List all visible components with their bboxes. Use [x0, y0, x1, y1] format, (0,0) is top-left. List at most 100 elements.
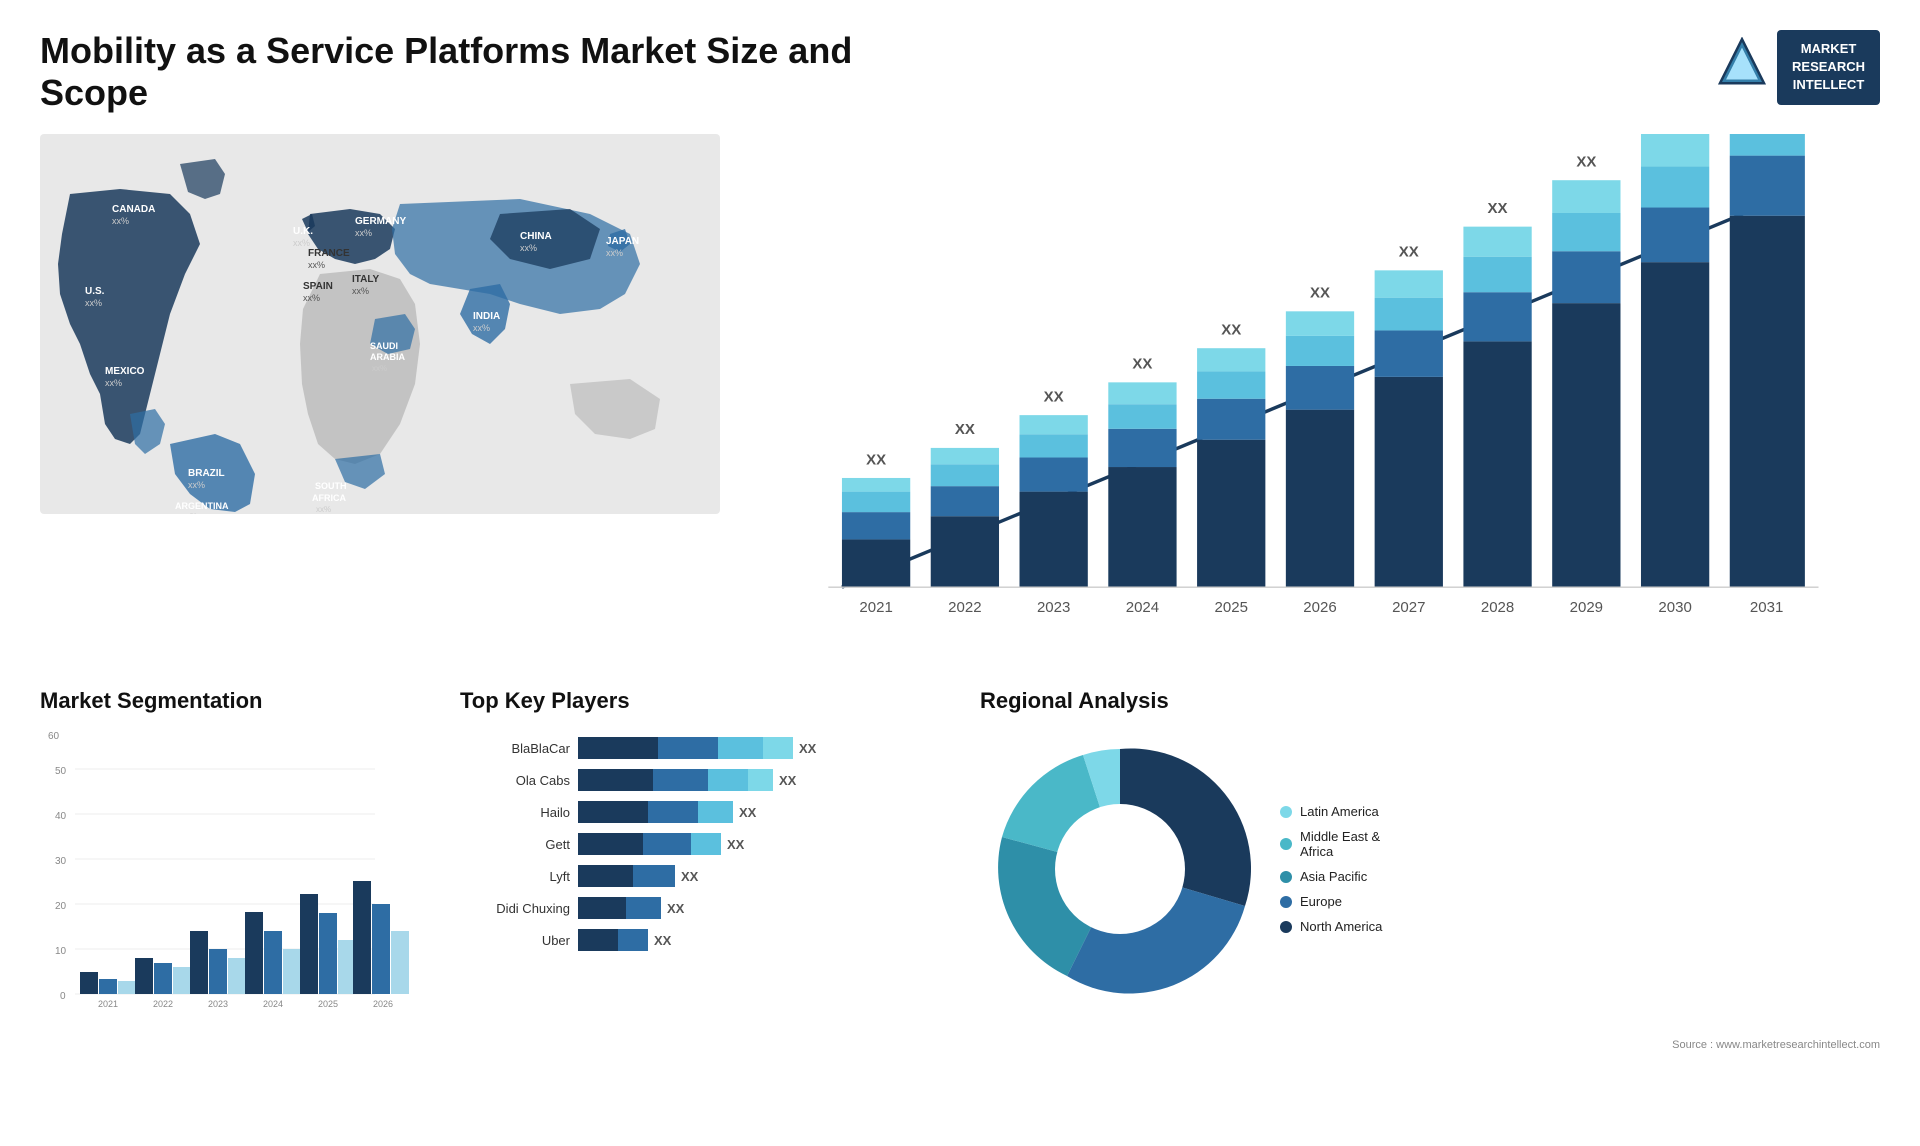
player-row: Gett XX	[460, 833, 960, 855]
top-section: CANADA xx% U.S. xx% MEXICO xx% BRAZIL xx…	[40, 134, 1880, 658]
player-val: XX	[654, 933, 671, 948]
player-val: XX	[739, 805, 756, 820]
player-bar-wrap: XX	[578, 833, 960, 855]
player-bar-wrap: XX	[578, 865, 960, 887]
player-name: Hailo	[460, 805, 570, 820]
svg-text:0: 0	[60, 991, 66, 1002]
svg-text:2025: 2025	[1215, 599, 1248, 616]
legend-north-america: North America	[1280, 919, 1382, 934]
svg-text:2026: 2026	[373, 999, 393, 1009]
legend-middle-east: Middle East &Africa	[1280, 829, 1382, 859]
svg-text:SOUTH: SOUTH	[315, 481, 347, 491]
segmentation-section: Market Segmentation 0 10 20 30 40 50 60 …	[40, 688, 440, 1051]
svg-text:XX: XX	[1044, 388, 1064, 405]
svg-text:XX: XX	[1399, 244, 1419, 261]
svg-text:xx%: xx%	[355, 228, 372, 238]
svg-text:xx%: xx%	[303, 293, 320, 303]
svg-text:xx%: xx%	[606, 248, 623, 258]
player-val: XX	[681, 869, 698, 884]
bar-seg2	[653, 769, 708, 791]
svg-text:20: 20	[55, 901, 67, 912]
svg-text:BRAZIL: BRAZIL	[188, 468, 225, 479]
svg-text:2022: 2022	[948, 599, 981, 616]
bar-seg4	[748, 769, 773, 791]
latin-america-label: Latin America	[1300, 804, 1379, 819]
logo-area: MARKET RESEARCH INTELLECT	[1717, 30, 1880, 105]
svg-text:ITALY: ITALY	[352, 274, 380, 285]
segmentation-chart: 0 10 20 30 40 50 60 2021 2022	[40, 729, 440, 1009]
middle-east-dot	[1280, 838, 1292, 850]
svg-text:xx%: xx%	[473, 323, 490, 333]
svg-text:40: 40	[55, 811, 67, 822]
svg-text:FRANCE: FRANCE	[308, 248, 350, 259]
svg-text:2031: 2031	[1750, 599, 1783, 616]
svg-text:2022: 2022	[153, 999, 173, 1009]
svg-text:CANADA: CANADA	[112, 204, 155, 215]
svg-text:xx%: xx%	[293, 238, 310, 248]
svg-text:2024: 2024	[1126, 599, 1159, 616]
player-val: XX	[727, 837, 744, 852]
svg-text:XX: XX	[955, 421, 975, 438]
player-row: Lyft XX	[460, 865, 960, 887]
bar-seg1	[578, 833, 643, 855]
bar-seg2	[618, 929, 648, 951]
svg-text:XX: XX	[866, 451, 886, 468]
player-val: XX	[799, 741, 816, 756]
segmentation-title: Market Segmentation	[40, 688, 440, 714]
svg-text:SAUDI: SAUDI	[370, 341, 398, 351]
svg-text:2024: 2024	[263, 999, 283, 1009]
svg-text:AFRICA: AFRICA	[312, 493, 346, 503]
svg-text:xx%: xx%	[112, 216, 129, 226]
bar-seg3	[698, 801, 733, 823]
svg-text:2021: 2021	[98, 999, 118, 1009]
world-map: CANADA xx% U.S. xx% MEXICO xx% BRAZIL xx…	[40, 134, 720, 514]
growth-chart-section: XX 2021 XX 2022 XX 2023 XX 2024	[740, 134, 1880, 658]
player-name: Lyft	[460, 869, 570, 884]
source-text: Source : www.marketresearchintellect.com	[980, 1039, 1880, 1051]
player-row: Uber XX	[460, 929, 960, 951]
bar-seg2	[643, 833, 691, 855]
north-america-dot	[1280, 921, 1292, 933]
asia-pacific-dot	[1280, 871, 1292, 883]
svg-text:2023: 2023	[1037, 599, 1070, 616]
svg-text:60: 60	[48, 731, 60, 742]
bar-seg2	[633, 865, 675, 887]
player-val: XX	[779, 773, 796, 788]
svg-text:JAPAN: JAPAN	[606, 236, 639, 247]
regional-title: Regional Analysis	[980, 688, 1880, 714]
player-name: Didi Chuxing	[460, 901, 570, 916]
latin-america-dot	[1280, 806, 1292, 818]
player-val: XX	[667, 901, 684, 916]
player-name: Uber	[460, 933, 570, 948]
page-title: Mobility as a Service Platforms Market S…	[40, 30, 940, 114]
player-bar	[578, 801, 733, 823]
svg-text:xx%: xx%	[372, 364, 387, 373]
svg-text:2029: 2029	[1570, 599, 1603, 616]
players-title: Top Key Players	[460, 688, 960, 714]
donut-area: Latin America Middle East &Africa Asia P…	[980, 729, 1880, 1009]
player-name: BlaBlaCar	[460, 741, 570, 756]
bar-seg1	[578, 929, 618, 951]
bar-seg1	[578, 897, 626, 919]
svg-text:MEXICO: MEXICO	[105, 366, 145, 377]
player-bar	[578, 769, 773, 791]
svg-text:xx%: xx%	[85, 298, 102, 308]
svg-text:2028: 2028	[1481, 599, 1514, 616]
bar-seg3	[691, 833, 721, 855]
legend-latin-america: Latin America	[1280, 804, 1382, 819]
bar-seg1	[578, 769, 653, 791]
svg-text:2030: 2030	[1658, 599, 1691, 616]
europe-label: Europe	[1300, 894, 1342, 909]
bar-seg2	[626, 897, 661, 919]
player-bar	[578, 929, 648, 951]
svg-text:xx%: xx%	[316, 505, 331, 514]
svg-text:2025: 2025	[318, 999, 338, 1009]
legend-asia-pacific: Asia Pacific	[1280, 869, 1382, 884]
player-bar	[578, 833, 721, 855]
svg-text:CHINA: CHINA	[520, 231, 552, 242]
svg-text:U.S.: U.S.	[85, 286, 105, 297]
bar-seg1	[578, 737, 658, 759]
svg-text:30: 30	[55, 856, 67, 867]
bar-seg2	[648, 801, 698, 823]
player-row: Ola Cabs XX	[460, 769, 960, 791]
